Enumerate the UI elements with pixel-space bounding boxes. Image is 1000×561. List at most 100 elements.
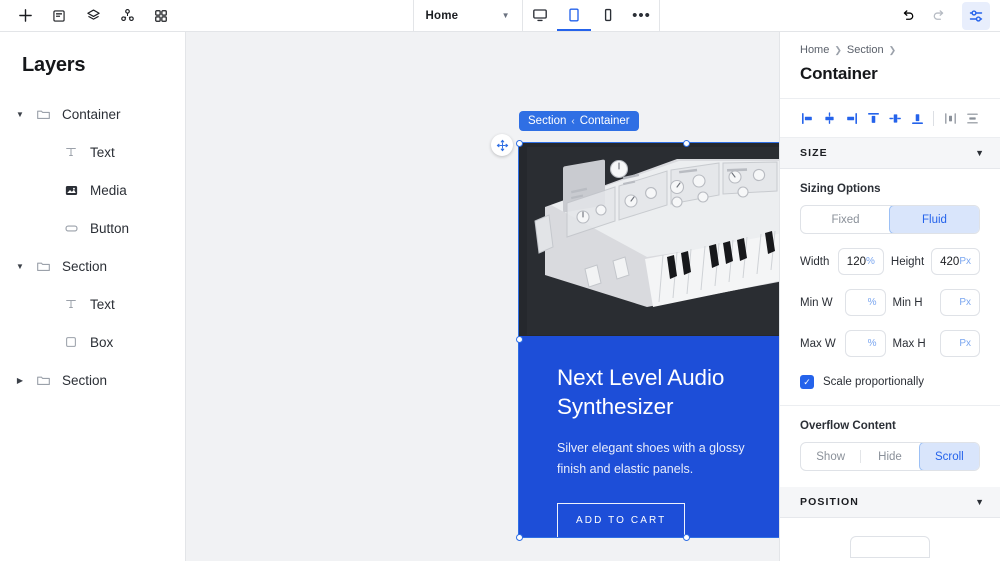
distribute-vertical-icon[interactable] bbox=[961, 107, 983, 129]
add-icon[interactable] bbox=[8, 0, 42, 32]
min-width-unit[interactable]: % bbox=[868, 297, 877, 308]
width-input[interactable]: 120 % bbox=[837, 248, 884, 275]
align-center-vertical-icon[interactable] bbox=[884, 107, 906, 129]
size-section-body: Sizing Options Fixed Fluid Width 120 % H… bbox=[780, 169, 1000, 405]
position-section-body bbox=[780, 518, 1000, 558]
align-top-icon[interactable] bbox=[862, 107, 884, 129]
position-control-partial[interactable] bbox=[850, 536, 930, 558]
align-left-icon[interactable] bbox=[796, 107, 818, 129]
section-header-position[interactable]: POSITION ▼ bbox=[780, 487, 1000, 518]
hero-image[interactable] bbox=[519, 143, 779, 336]
resize-handle-top-center[interactable] bbox=[683, 139, 690, 147]
layer-item-box[interactable]: Box bbox=[0, 323, 185, 361]
pages-icon[interactable] bbox=[42, 0, 76, 32]
max-size-row: Max W % Max H Px bbox=[800, 330, 980, 357]
toolbar-left-group bbox=[0, 0, 178, 31]
sizing-mode-fixed[interactable]: Fixed bbox=[801, 206, 890, 233]
chevron-down-icon: ▼ bbox=[501, 10, 510, 20]
layer-item-section-1[interactable]: ▼ Section bbox=[0, 247, 185, 285]
layers-icon[interactable] bbox=[76, 0, 110, 32]
min-height-input[interactable]: Px bbox=[939, 289, 980, 316]
layer-item-section-2[interactable]: ▶ Section bbox=[0, 361, 185, 399]
overflow-section-body: Overflow Content Show Hide Scroll bbox=[780, 406, 1000, 487]
text-icon bbox=[58, 145, 84, 159]
chevron-right-icon: ❯ bbox=[834, 44, 842, 55]
max-height-input[interactable]: Px bbox=[939, 330, 980, 357]
overflow-option-scroll[interactable]: Scroll bbox=[918, 443, 979, 470]
height-value: 420 bbox=[940, 255, 960, 268]
layer-item-container[interactable]: ▼ Container bbox=[0, 95, 185, 133]
sizing-mode-segmented-control: Fixed Fluid bbox=[800, 205, 980, 234]
min-height-unit[interactable]: Px bbox=[959, 297, 971, 308]
resize-handle-bottom-center[interactable] bbox=[683, 533, 690, 541]
components-icon[interactable] bbox=[110, 0, 144, 32]
device-preview-group: ••• bbox=[523, 0, 660, 31]
max-width-input[interactable]: % bbox=[845, 330, 886, 357]
height-input[interactable]: 420 Px bbox=[931, 248, 980, 275]
toolbar-right-group bbox=[894, 0, 1000, 31]
page-title: Container bbox=[800, 64, 878, 83]
overflow-option-show[interactable]: Show bbox=[801, 443, 860, 470]
layer-item-button[interactable]: Button bbox=[0, 209, 185, 247]
align-center-horizontal-icon[interactable] bbox=[818, 107, 840, 129]
align-bottom-icon[interactable] bbox=[906, 107, 928, 129]
undo-button[interactable] bbox=[894, 2, 922, 30]
layer-item-text-2[interactable]: Text bbox=[0, 285, 185, 323]
layer-item-text-1[interactable]: Text bbox=[0, 133, 185, 171]
page-selector[interactable]: Home ▼ bbox=[412, 0, 523, 31]
add-to-cart-button[interactable]: ADD TO CART bbox=[557, 503, 686, 537]
chevron-down-icon[interactable]: ▼ bbox=[10, 110, 30, 119]
box-icon bbox=[58, 335, 84, 349]
overflow-content-label: Overflow Content bbox=[800, 420, 896, 432]
align-right-icon[interactable] bbox=[840, 107, 862, 129]
folder-icon bbox=[30, 373, 56, 388]
card-heading: Next Level Audio Synthesizer bbox=[557, 365, 725, 419]
layer-item-label: Container bbox=[62, 106, 121, 122]
layer-item-label: Media bbox=[90, 182, 127, 198]
scale-proportionally-row[interactable]: ✓ Scale proportionally bbox=[800, 375, 980, 389]
min-width-input[interactable]: % bbox=[845, 289, 886, 316]
text-icon bbox=[58, 297, 84, 311]
chevron-right-icon[interactable]: ▶ bbox=[10, 376, 30, 385]
assets-icon[interactable] bbox=[144, 0, 178, 32]
chevron-down-icon[interactable]: ▼ bbox=[975, 148, 984, 158]
selection-breadcrumb-badge[interactable]: Section ‹ Container bbox=[519, 111, 639, 131]
alignment-toolbar bbox=[780, 98, 1000, 138]
breadcrumb-item-home[interactable]: Home bbox=[800, 44, 829, 56]
redo-button[interactable] bbox=[924, 2, 952, 30]
device-tablet-button[interactable] bbox=[556, 0, 591, 31]
width-value: 120 bbox=[846, 255, 866, 268]
width-unit[interactable]: % bbox=[866, 256, 875, 267]
min-width-label: Min W bbox=[800, 296, 833, 309]
checkbox-checked-icon[interactable]: ✓ bbox=[800, 375, 814, 389]
overflow-option-hide[interactable]: Hide bbox=[860, 443, 919, 470]
section-header-size[interactable]: SIZE ▼ bbox=[780, 138, 1000, 169]
breadcrumb-item-section[interactable]: Section bbox=[847, 44, 884, 56]
sizing-mode-fluid[interactable]: Fluid bbox=[889, 206, 979, 233]
promo-card[interactable]: Next Level Audio Synthesizer Silver eleg… bbox=[519, 336, 779, 537]
selected-container-artboard[interactable]: Next Level Audio Synthesizer Silver eleg… bbox=[518, 142, 779, 538]
layer-item-media[interactable]: Media bbox=[0, 171, 185, 209]
resize-handle-top-left[interactable] bbox=[515, 139, 523, 147]
media-icon bbox=[58, 183, 84, 198]
design-canvas[interactable]: Section ‹ Container Next Level Audio Syn… bbox=[186, 32, 779, 561]
layers-panel: Layers ▼ Container Text Media Button ▼ S… bbox=[0, 32, 186, 561]
layer-item-label: Section bbox=[62, 372, 108, 388]
resize-handle-bottom-left[interactable] bbox=[515, 533, 523, 541]
height-unit[interactable]: Px bbox=[959, 256, 971, 267]
more-options-button[interactable]: ••• bbox=[625, 0, 659, 31]
chevron-down-icon[interactable]: ▼ bbox=[975, 497, 984, 507]
settings-panel-toggle[interactable] bbox=[962, 1, 990, 30]
max-height-unit[interactable]: Px bbox=[959, 338, 971, 349]
max-width-label: Max W bbox=[800, 337, 836, 350]
distribute-horizontal-icon[interactable] bbox=[939, 107, 961, 129]
chevron-down-icon[interactable]: ▼ bbox=[10, 262, 30, 271]
move-handle-icon[interactable] bbox=[491, 134, 513, 156]
layer-item-label: Box bbox=[90, 334, 114, 350]
max-width-unit[interactable]: % bbox=[868, 338, 877, 349]
device-desktop-button[interactable] bbox=[523, 0, 557, 31]
min-height-label: Min H bbox=[892, 296, 923, 309]
device-mobile-button[interactable] bbox=[591, 0, 625, 31]
resize-handle-middle-left[interactable] bbox=[515, 336, 523, 343]
layers-panel-title: Layers bbox=[22, 54, 86, 76]
